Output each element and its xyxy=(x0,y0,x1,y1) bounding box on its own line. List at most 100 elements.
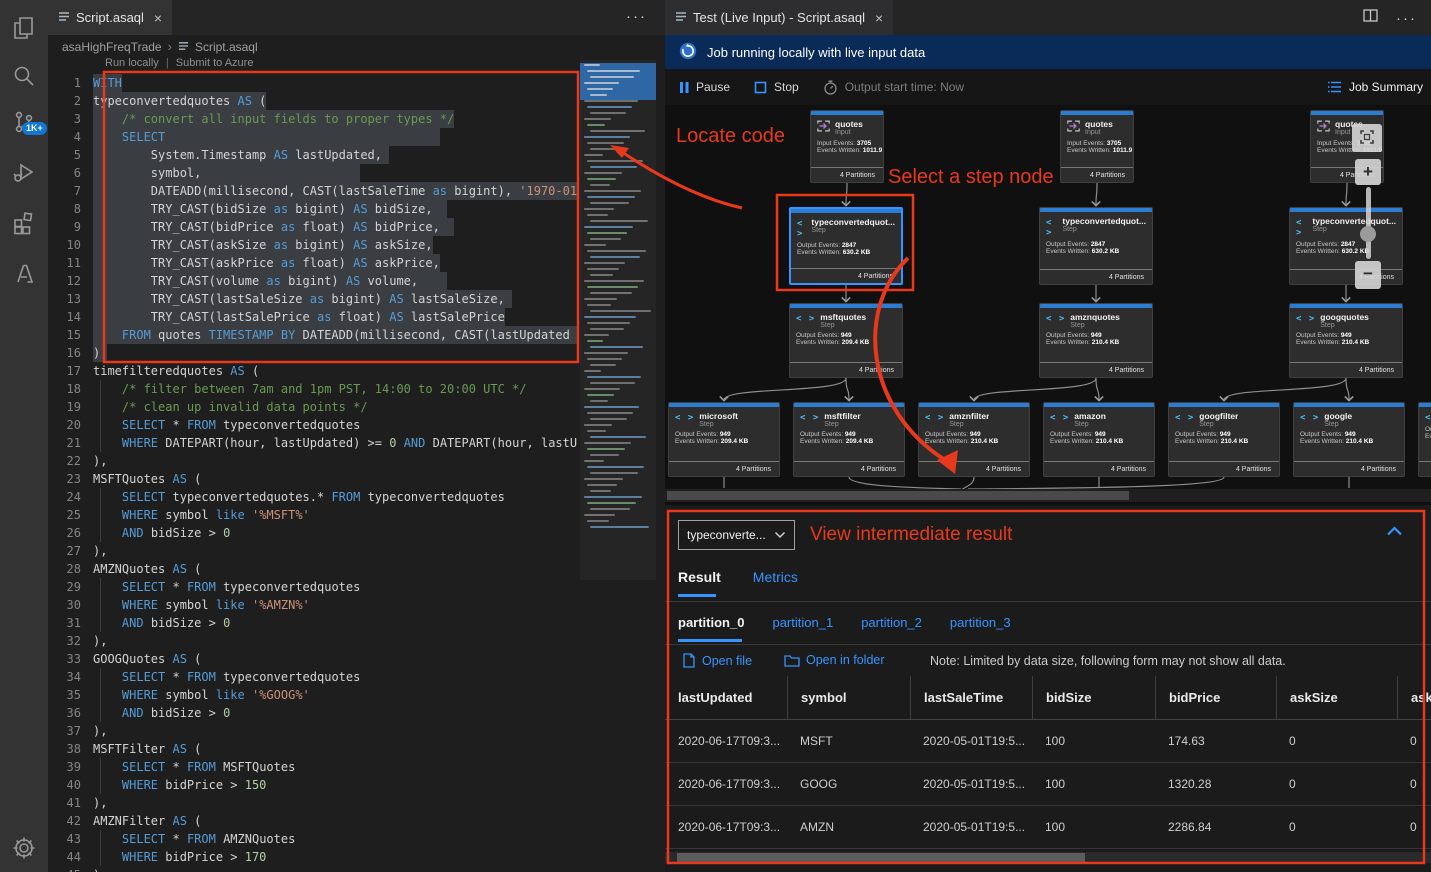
code-line[interactable]: 39 SELECT * FROM MSFTQuotes xyxy=(48,758,578,776)
diagram-node-tcq-3[interactable]: < >typeconvertedquot...StepOutput Events… xyxy=(1289,207,1403,285)
source-control-icon[interactable]: 1K+ xyxy=(0,100,48,146)
code-line[interactable]: 45) xyxy=(48,866,578,872)
azure-icon[interactable] xyxy=(0,254,48,294)
code-line[interactable]: 12 TRY_CAST(volume as bigint) AS volume, xyxy=(48,272,578,290)
search-icon[interactable] xyxy=(0,56,48,96)
run-debug-icon[interactable] xyxy=(0,152,48,192)
code-line[interactable]: 28AMZNQuotes AS ( xyxy=(48,560,578,578)
code-line[interactable]: 21 WHERE DATEPART(hour, lastUpdated) >= … xyxy=(48,434,578,452)
code-line[interactable]: 17timefilteredquotes AS ( xyxy=(48,362,578,380)
code-line[interactable]: 36 AND bidSize > 0 xyxy=(48,704,578,722)
close-icon[interactable]: × xyxy=(154,10,162,26)
code-line[interactable]: 11 TRY_CAST(askPrice as float) AS askPri… xyxy=(48,254,578,272)
tab-partition-2[interactable]: partition_2 xyxy=(861,607,922,643)
code-line[interactable]: 26 AND bidSize > 0 xyxy=(48,524,578,542)
settings-gear-icon[interactable] xyxy=(0,828,48,868)
breadcrumb-folder[interactable]: asaHighFreqTrade xyxy=(62,40,162,54)
code-line[interactable]: 44 WHERE bidPrice > 170 xyxy=(48,848,578,866)
code-line[interactable]: 35 WHERE symbol like '%GOOG%' xyxy=(48,686,578,704)
code-line[interactable]: 23MSFTQuotes AS ( xyxy=(48,470,578,488)
diagram-node-microsoft[interactable]: < >microsoftStepOutput Events: 949Events… xyxy=(668,402,780,477)
code-line[interactable]: 42AMZNFilter AS ( xyxy=(48,812,578,830)
collapse-panel-button[interactable] xyxy=(1386,525,1403,540)
code-line[interactable]: 40 WHERE bidPrice > 150 xyxy=(48,776,578,794)
code-line[interactable]: 24 SELECT typeconvertedquotes.* FROM typ… xyxy=(48,488,578,506)
stop-button[interactable]: Stop xyxy=(754,80,799,94)
result-scrollbar[interactable] xyxy=(665,852,1431,863)
open-file-button[interactable]: Open file xyxy=(682,653,752,668)
zoom-in-button[interactable]: + xyxy=(1355,159,1381,185)
code-line[interactable]: 33GOOGQuotes AS ( xyxy=(48,650,578,668)
code-line[interactable]: 29 SELECT * FROM typeconvertedquotes xyxy=(48,578,578,596)
code-line[interactable]: 22), xyxy=(48,452,578,470)
code-line[interactable]: 20 SELECT * FROM typeconvertedquotes xyxy=(48,416,578,434)
explorer-icon[interactable] xyxy=(0,8,48,48)
code-line[interactable]: 3 /* convert all input fields to proper … xyxy=(48,110,578,128)
diagram-scrollbar-thumb[interactable] xyxy=(667,491,1129,500)
code-line[interactable]: 2typeconvertedquotes AS ( xyxy=(48,92,578,110)
code-line[interactable]: 1WITH xyxy=(48,74,578,92)
diagram-node-tcq-2[interactable]: < >typeconvertedquot...StepOutput Events… xyxy=(1039,207,1153,285)
code-line[interactable]: 5 System.Timestamp AS lastUpdated, xyxy=(48,146,578,164)
code-line[interactable]: 31 AND bidSize > 0 xyxy=(48,614,578,632)
diagram-node-msftfilter[interactable]: < >msftfilterStepOutput Events: 949Event… xyxy=(793,402,905,477)
diagram-node-amznfilter[interactable]: < >amznfilterStepOutput Events: 949Event… xyxy=(918,402,1030,477)
tab-script-asaql[interactable]: Script.asaql × xyxy=(48,0,172,35)
fit-to-screen-button[interactable] xyxy=(1352,124,1382,152)
diagram-node-googfilter[interactable]: < >googfilterStepOutput Events: 949Event… xyxy=(1168,402,1280,477)
diagram-node-msftquotes[interactable]: < >msftquotesStepOutput Events: 949Event… xyxy=(789,303,903,378)
code-line[interactable]: 38MSFTFilter AS ( xyxy=(48,740,578,758)
code-line[interactable]: 16), xyxy=(48,344,578,362)
diagram-node-tcq-1[interactable]: < >typeconvertedquot...StepOutput Events… xyxy=(789,207,903,285)
breadcrumb-file[interactable]: Script.asaql xyxy=(195,40,258,54)
code-line[interactable]: 30 WHERE symbol like '%AMZN%' xyxy=(48,596,578,614)
diagram-node-partial[interactable]: < >StepOutput Events: 949Events Written:… xyxy=(1418,402,1431,477)
minimap[interactable] xyxy=(580,60,656,580)
tab-test-live-input[interactable]: Test (Live Input) - Script.asaql × xyxy=(665,0,893,35)
diagram-node-googquotes[interactable]: < >googquotesStepOutput Events: 949Event… xyxy=(1289,303,1403,378)
extensions-icon[interactable] xyxy=(0,202,48,242)
code-line[interactable]: 7 DATEADD(millisecond, CAST(lastSaleTime… xyxy=(48,182,578,200)
diagram-node-google[interactable]: < >googleStepOutput Events: 949Events Wr… xyxy=(1293,402,1405,477)
code-line[interactable]: 6 symbol, xyxy=(48,164,578,182)
code-editor[interactable]: 1WITH2typeconvertedquotes AS (3 /* conve… xyxy=(48,74,578,872)
run-locally-link[interactable]: Run locally xyxy=(105,57,159,69)
tab-result[interactable]: Result xyxy=(678,560,721,600)
code-line[interactable]: 41), xyxy=(48,794,578,812)
code-line[interactable]: 9 TRY_CAST(bidPrice as float) AS bidPric… xyxy=(48,218,578,236)
zoom-slider-track[interactable] xyxy=(1366,187,1371,259)
zoom-slider-handle[interactable] xyxy=(1360,226,1376,242)
code-line[interactable]: 15 FROM quotes TIMESTAMP BY DATEADD(mill… xyxy=(48,326,578,344)
code-line[interactable]: 34 SELECT * FROM typeconvertedquotes xyxy=(48,668,578,686)
job-summary-button[interactable]: Job Summary xyxy=(1327,80,1423,94)
zoom-out-button[interactable]: − xyxy=(1355,261,1381,289)
code-line[interactable]: 18 /* filter between 7am and 1pm PST, 14… xyxy=(48,380,578,398)
diagram-scrollbar[interactable] xyxy=(665,489,1431,502)
code-line[interactable]: 32), xyxy=(48,632,578,650)
submit-to-azure-link[interactable]: Submit to Azure xyxy=(176,57,254,69)
close-icon[interactable]: × xyxy=(875,10,883,26)
output-start-time[interactable]: Output start time: Now xyxy=(823,80,964,95)
tab-partition-3[interactable]: partition_3 xyxy=(950,607,1011,643)
diagram-node-amznquotes[interactable]: < >amznquotesStepOutput Events: 949Event… xyxy=(1039,303,1153,378)
code-line[interactable]: 25 WHERE symbol like '%MSFT%' xyxy=(48,506,578,524)
tab-partition-0[interactable]: partition_0 xyxy=(678,607,744,643)
pause-button[interactable]: Pause xyxy=(679,80,730,94)
open-in-folder-button[interactable]: Open in folder xyxy=(784,653,885,667)
code-line[interactable]: 14 TRY_CAST(lastSalePrice as float) AS l… xyxy=(48,308,578,326)
code-line[interactable]: 19 /* clean up invalid data points */ xyxy=(48,398,578,416)
code-line[interactable]: 27), xyxy=(48,542,578,560)
code-line[interactable]: 10 TRY_CAST(askSize as bigint) AS askSiz… xyxy=(48,236,578,254)
split-editor-icon[interactable] xyxy=(1363,9,1378,27)
step-select-dropdown[interactable]: typeconverte... xyxy=(678,520,795,550)
code-line[interactable]: 43 SELECT * FROM AMZNQuotes xyxy=(48,830,578,848)
diagram-node-quotes-1[interactable]: quotesInputInput Events: 3705Events Writ… xyxy=(810,110,884,183)
code-line[interactable]: 37), xyxy=(48,722,578,740)
result-scrollbar-thumb[interactable] xyxy=(677,853,1085,862)
code-line[interactable]: 8 TRY_CAST(bidSize as bigint) AS bidSize… xyxy=(48,200,578,218)
panel-more-actions-icon[interactable]: ··· xyxy=(1396,10,1417,27)
tab-partition-1[interactable]: partition_1 xyxy=(772,607,833,643)
breadcrumb[interactable]: asaHighFreqTrade › Script.asaql xyxy=(62,35,258,58)
diagram-node-amazon[interactable]: < >amazonStepOutput Events: 949Events Wr… xyxy=(1043,402,1155,477)
editor-more-actions-icon[interactable]: ··· xyxy=(626,8,647,25)
